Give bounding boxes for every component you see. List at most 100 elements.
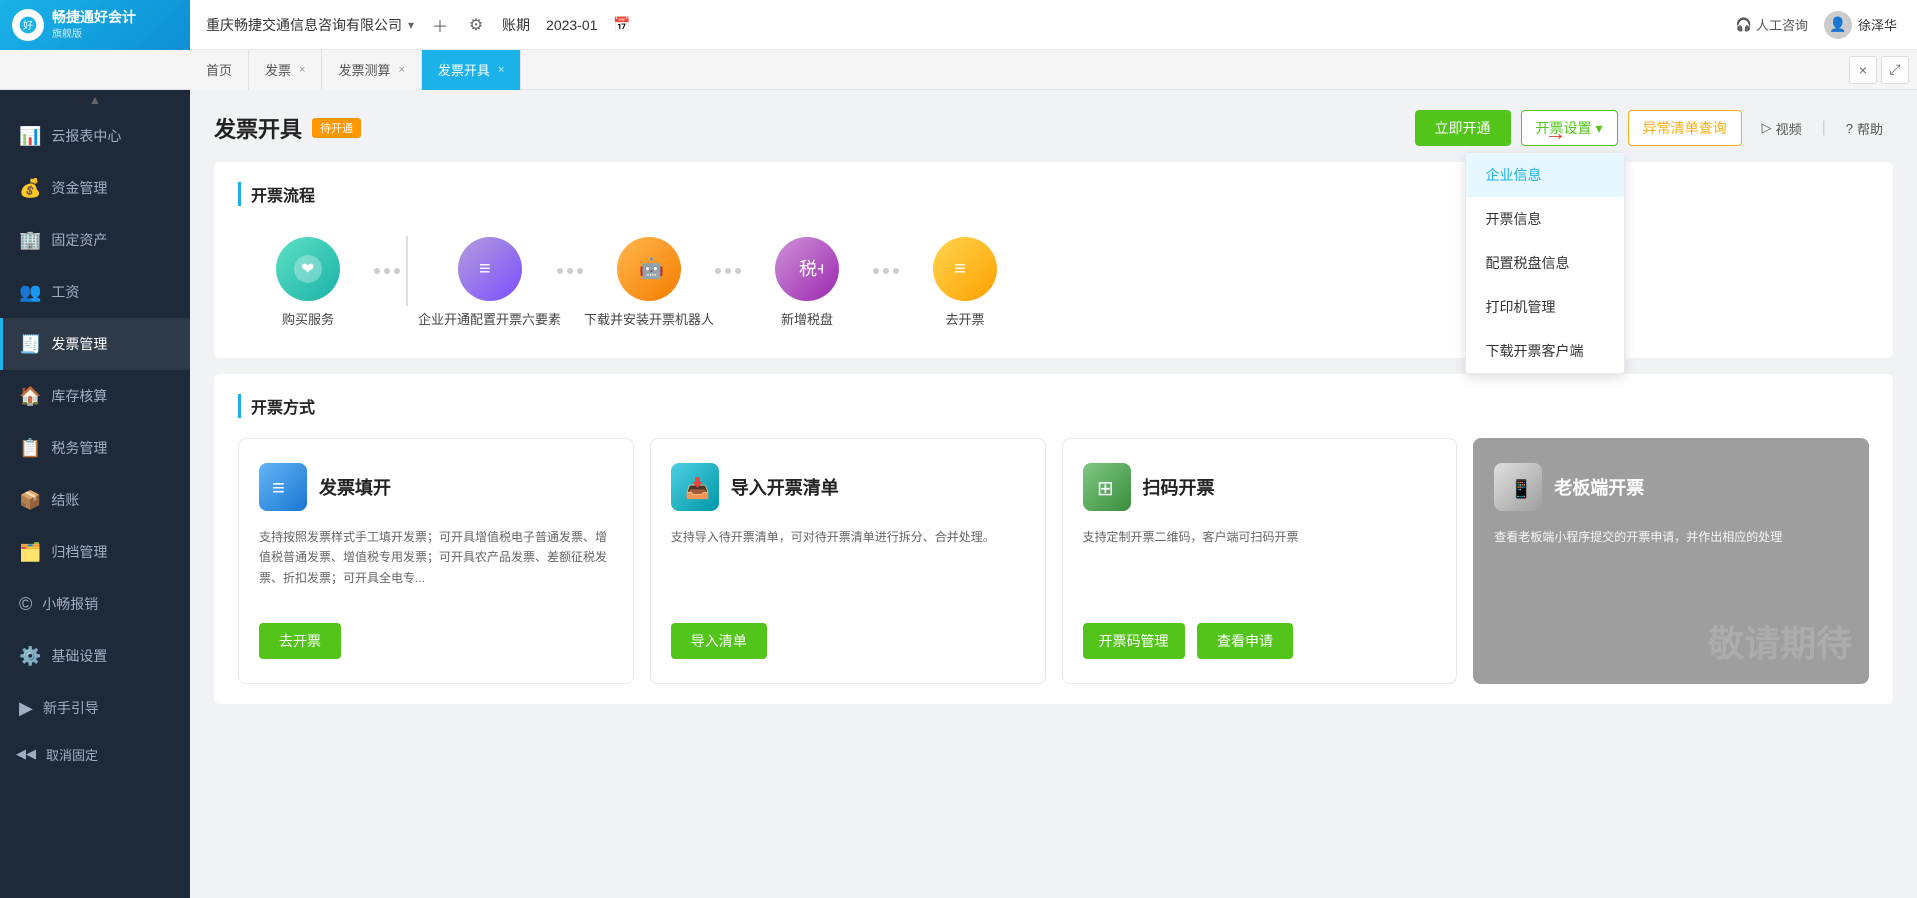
sidebar-item-funds[interactable]: 💰 资金管理 (0, 162, 190, 214)
help-button[interactable]: ? 帮助 (1836, 112, 1893, 145)
svg-text:📥: 📥 (685, 476, 709, 500)
logo-text-block: 畅捷通好会计 旗舰版 (52, 9, 136, 41)
svg-text:🤖: 🤖 (639, 256, 664, 280)
activate-button[interactable]: 立即开通 (1415, 110, 1511, 146)
sidebar-item-guide[interactable]: ▶ 新手引导 (0, 682, 190, 734)
dot (873, 268, 879, 274)
sidebar-item-tax-label: 税务管理 (51, 438, 107, 458)
salary-icon: 👥 (19, 282, 41, 303)
main-layout: ▲ 📊 云报表中心 💰 资金管理 🏢 固定资产 👥 工资 🧾 发票管理 🏠 库存… (0, 90, 1917, 898)
sidebar-item-funds-label: 资金管理 (51, 178, 107, 198)
method-fill-desc: 支持按照发票样式手工填开发票；可开具增值税电子普通发票、增值税普通发票、增值税专… (259, 527, 613, 607)
sidebar-cancel-pin-label: 取消固定 (46, 745, 98, 764)
svg-text:📱: 📱 (1510, 478, 1532, 499)
qr-manage-button[interactable]: 开票码管理 (1083, 623, 1185, 659)
sidebar-item-inventory[interactable]: 🏠 库存核算 (0, 370, 190, 422)
sidebar-cancel-pin[interactable]: ◀◀ 取消固定 (0, 734, 190, 774)
top-bar: 好 畅捷通好会计 旗舰版 重庆畅捷交通信息咨询有限公司 ▾ ＋ ⚙ 账期 202… (0, 0, 1917, 50)
status-badge: 待开通 (312, 118, 361, 138)
consult-label: 人工咨询 (1756, 15, 1808, 34)
fill-go-button[interactable]: 去开票 (259, 623, 341, 659)
method-fill-icon: ≡ (259, 463, 307, 511)
tab-close-all-btn[interactable]: × (1849, 56, 1877, 84)
calendar-icon[interactable]: 📅 (613, 16, 630, 33)
logo-title: 畅捷通好会计 (52, 9, 136, 26)
user-info[interactable]: 👤 徐泽华 (1824, 11, 1897, 39)
flow-section: 开票流程 ❤ 购买服务 (214, 162, 1893, 358)
invoice-icon: 🧾 (19, 334, 41, 355)
sidebar-item-expense-label: 小畅报销 (42, 594, 98, 614)
dropdown-item-company[interactable]: 企业信息 (1466, 153, 1624, 197)
step-label-1: 购买服务 (282, 309, 334, 328)
tab-expand-btn[interactable]: ⤢ (1881, 56, 1909, 84)
sidebar-item-assets-label: 固定资产 (51, 230, 107, 250)
method-import-title: 导入开票清单 (731, 474, 839, 500)
tax-icon: 📋 (19, 438, 41, 459)
svg-text:税+: 税+ (799, 259, 823, 279)
pin-icon: ◀◀ (16, 746, 36, 762)
sidebar-item-settle[interactable]: 📦 结账 (0, 474, 190, 526)
dropdown-item-invoice-info[interactable]: 开票信息 (1466, 197, 1624, 241)
video-button[interactable]: ▷ 视频 (1752, 112, 1812, 145)
sidebar-item-reports[interactable]: 📊 云报表中心 (0, 110, 190, 162)
step-label-2: 企业开通配置开票六要素 (418, 309, 561, 328)
settle-icon: 📦 (19, 490, 41, 511)
tab-invoice-issue[interactable]: 发票开具 × (422, 50, 521, 90)
guide-icon: ▶ (19, 698, 33, 719)
logo-icon: 好 (12, 9, 44, 41)
sidebar-item-archive[interactable]: 🗂️ 归档管理 (0, 526, 190, 578)
sidebar-item-archive-label: 归档管理 (51, 542, 107, 562)
add-icon[interactable]: ＋ (426, 11, 454, 39)
sidebar-item-guide-label: 新手引导 (43, 698, 99, 718)
tab-invoice-issue-close[interactable]: × (498, 64, 504, 76)
consult-button[interactable]: 🎧 人工咨询 (1736, 15, 1808, 34)
dropdown-item-download-client[interactable]: 下载开票客户端 (1466, 329, 1624, 373)
sidebar-item-invoice[interactable]: 🧾 发票管理 (0, 318, 190, 370)
dot (725, 268, 731, 274)
methods-grid: ≡ 发票填开 支持按照发票样式手工填开发票；可开具增值税电子普通发票、增值税普通… (238, 438, 1869, 684)
tab-invoice-close[interactable]: × (299, 64, 305, 76)
sidebar-item-tax[interactable]: 📋 税务管理 (0, 422, 190, 474)
step-icon-1: ❤ (276, 237, 340, 301)
view-apply-button[interactable]: 查看申请 (1197, 623, 1293, 659)
import-list-button[interactable]: 导入清单 (671, 623, 767, 659)
settings-icon[interactable]: ⚙ (462, 11, 490, 39)
period-label: 账期 (502, 15, 530, 35)
page-title-area: 发票开具 待开通 (214, 112, 361, 144)
tab-invoice-calc[interactable]: 发票测算 × (322, 50, 421, 90)
avatar: 👤 (1824, 11, 1852, 39)
company-selector[interactable]: 重庆畅捷交通信息咨询有限公司 ▾ (206, 15, 414, 35)
sidebar-item-expense[interactable]: © 小畅报销 (0, 578, 190, 630)
settings-chevron-icon: ▾ (1596, 120, 1603, 137)
sidebar-item-salary[interactable]: 👥 工资 (0, 266, 190, 318)
svg-text:⊞: ⊞ (1097, 478, 1114, 500)
sidebar-item-invoice-label: 发票管理 (51, 334, 107, 354)
method-scan-title: 扫码开票 (1143, 474, 1215, 500)
sidebar-scroll-up[interactable]: ▲ (0, 90, 190, 110)
step-label-4: 新增税盘 (781, 309, 833, 328)
svg-text:❤: ❤ (301, 261, 314, 278)
svg-text:≡: ≡ (479, 258, 491, 280)
play-icon: ▷ (1762, 120, 1772, 136)
exception-query-button[interactable]: 异常清单查询 (1628, 110, 1742, 146)
step-connector-1 (372, 268, 402, 274)
tab-invoice-calc-close[interactable]: × (398, 64, 404, 76)
logo-area: 好 畅捷通好会计 旗舰版 (0, 0, 190, 50)
period-value: 2023-01 (546, 17, 597, 33)
sidebar-item-settings[interactable]: ⚙️ 基础设置 (0, 630, 190, 682)
method-import-header: 📥 导入开票清单 (671, 463, 1025, 511)
dropdown-item-printer[interactable]: 打印机管理 (1466, 285, 1624, 329)
method-fill-header: ≡ 发票填开 (259, 463, 613, 511)
method-boss-header: 📱 老板端开票 (1494, 463, 1848, 511)
dropdown-item-tax-disk[interactable]: 配置税盘信息 (1466, 241, 1624, 285)
tab-home[interactable]: 首页 (190, 50, 249, 90)
sidebar-item-assets[interactable]: 🏢 固定资产 (0, 214, 190, 266)
svg-text:≡: ≡ (272, 475, 285, 500)
settings-button[interactable]: 开票设置 ▾ (1521, 110, 1618, 146)
tab-invoice[interactable]: 发票 × (249, 50, 322, 90)
content-area: 发票开具 待开通 立即开通 开票设置 ▾ 企业信息 开票信息 配置税盘信息 打印… (190, 90, 1917, 898)
dot (557, 268, 563, 274)
dot (883, 268, 889, 274)
sidebar: ▲ 📊 云报表中心 💰 资金管理 🏢 固定资产 👥 工资 🧾 发票管理 🏠 库存… (0, 90, 190, 898)
sidebar-item-settings-label: 基础设置 (51, 646, 107, 666)
